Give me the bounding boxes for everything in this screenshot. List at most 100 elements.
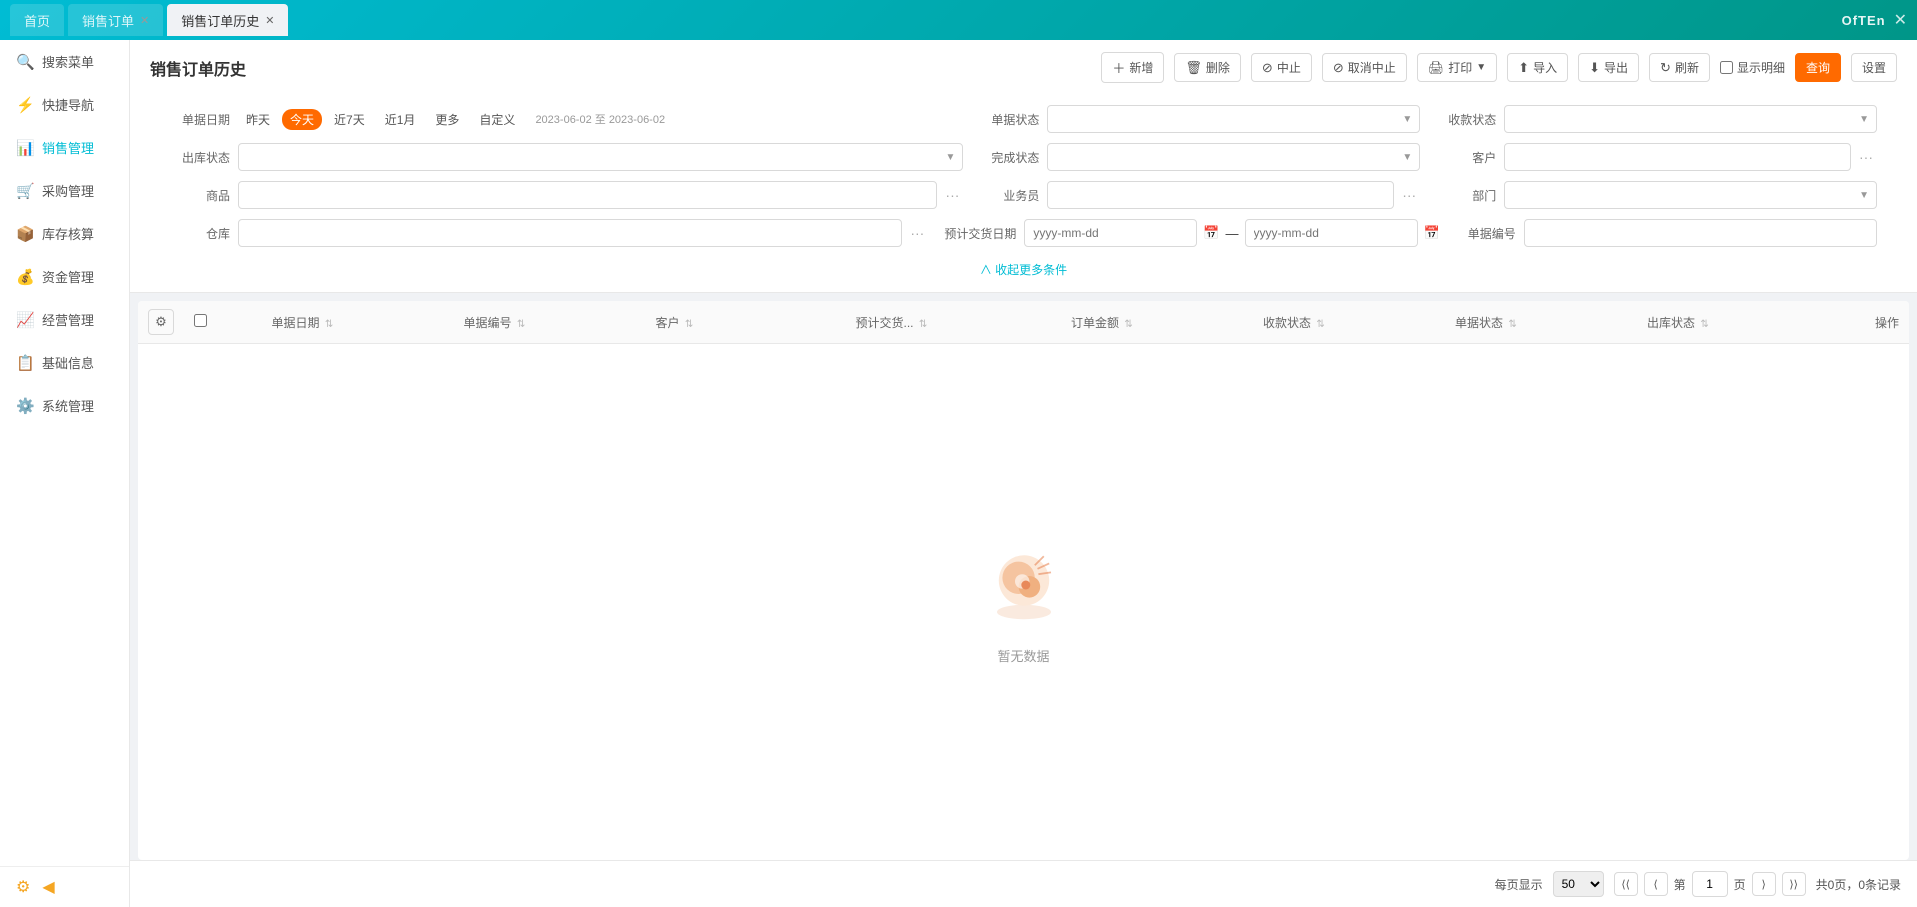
close-tab-sales-order-history[interactable]: ✕ <box>265 14 274 27</box>
th-date-label: 单据日期 <box>272 316 320 330</box>
th-customer[interactable]: 客户 ⇅ <box>646 301 846 344</box>
payment-status-select[interactable] <box>1504 105 1877 133</box>
page-number-input[interactable] <box>1692 871 1728 897</box>
total-info: 共0页，0条记录 <box>1816 876 1901 893</box>
stop-button[interactable]: ⊘ 中止 <box>1251 53 1312 82</box>
warehouse-status-select[interactable] <box>238 143 963 171</box>
goods-more-btn[interactable]: ··· <box>941 187 963 203</box>
repo-input[interactable] <box>238 219 902 247</box>
shortcut-1month[interactable]: 近1月 <box>377 109 424 130</box>
customer-input[interactable] <box>1504 143 1851 171</box>
th-order-status-label: 单据状态 <box>1455 316 1503 330</box>
page-size-label: 每页显示 <box>1495 876 1543 893</box>
delivery-date-start[interactable] <box>1024 219 1197 247</box>
empty-illustration <box>979 540 1069 630</box>
th-select-all <box>184 301 262 344</box>
sidebar-item-basic-info[interactable]: 📋 基础信息 <box>0 341 129 384</box>
export-icon: ⬇ <box>1589 60 1600 76</box>
topbar-close-icon[interactable]: ✕ <box>1894 10 1907 30</box>
shortcut-custom[interactable]: 自定义 <box>471 109 523 130</box>
repo-control: ··· <box>238 219 928 247</box>
th-customer-label: 客户 <box>656 316 680 330</box>
sidebar-item-operations[interactable]: 📈 经营管理 <box>0 298 129 341</box>
first-page-btn[interactable]: ⟨⟨ <box>1614 872 1638 896</box>
complete-status-select[interactable] <box>1047 143 1420 171</box>
goods-input[interactable] <box>238 181 937 209</box>
sidebar-item-quicknav[interactable]: ⚡ 快捷导航 <box>0 83 129 126</box>
prev-page-btn[interactable]: ⟨ <box>1644 872 1668 896</box>
import-label: 导入 <box>1533 59 1557 76</box>
th-date[interactable]: 单据日期 ⇅ <box>262 301 454 344</box>
repo-more-btn[interactable]: ··· <box>906 225 928 241</box>
refresh-button[interactable]: ↻ 刷新 <box>1649 53 1710 82</box>
salesperson-input[interactable] <box>1047 181 1394 209</box>
tab-sales-order[interactable]: 销售订单 ✕ <box>68 4 163 36</box>
sidebar-item-finance[interactable]: 💰 资金管理 <box>0 255 129 298</box>
display-detail-check[interactable]: 显示明细 <box>1720 59 1785 76</box>
table-settings-icon[interactable]: ⚙ <box>148 309 174 335</box>
goods-control: ··· <box>238 181 963 209</box>
collapse-bar[interactable]: ∧ 收起更多条件 <box>170 257 1877 284</box>
tab-sales-order-history[interactable]: 销售订单历史 ✕ <box>167 4 288 36</box>
order-status-select[interactable] <box>1047 105 1420 133</box>
th-payment[interactable]: 收款状态 ⇅ <box>1253 301 1445 344</box>
next-page-btn[interactable]: ⟩ <box>1752 872 1776 896</box>
quicknav-icon: ⚡ <box>16 96 34 114</box>
shortcut-more[interactable]: 更多 <box>427 109 467 130</box>
warehouse-status-wrapper: ▼ <box>238 143 963 171</box>
dept-select[interactable] <box>1504 181 1877 209</box>
customer-label: 客户 <box>1436 149 1496 166</box>
customer-more-btn[interactable]: ··· <box>1855 149 1877 165</box>
th-amount-label: 订单金额 <box>1071 316 1119 330</box>
sidebar-item-inventory[interactable]: 📦 库存核算 <box>0 212 129 255</box>
shortcut-yesterday[interactable]: 昨天 <box>238 109 278 130</box>
salesperson-more-btn[interactable]: ··· <box>1398 187 1420 203</box>
tab-home[interactable]: 首页 <box>10 4 64 36</box>
delivery-date-end[interactable] <box>1245 219 1418 247</box>
select-all-checkbox[interactable] <box>194 314 207 327</box>
sidebar-item-search[interactable]: 🔍 搜索菜单 <box>0 40 129 83</box>
empty-text: 暂无数据 <box>997 646 1049 665</box>
collapse-sidebar-icon[interactable]: ◀ <box>42 877 54 897</box>
th-order-no[interactable]: 单据编号 ⇅ <box>454 301 646 344</box>
last-page-btn[interactable]: ⟩⟩ <box>1782 872 1806 896</box>
shortcut-7days[interactable]: 近7天 <box>326 109 373 130</box>
sidebar-item-inventory-label: 库存核算 <box>42 224 94 243</box>
th-payment-sort: ⇅ <box>1316 319 1324 330</box>
table-area: ⚙ 单据日期 ⇅ 单据编号 ⇅ <box>138 301 1909 860</box>
settings-bottom-icon[interactable]: ⚙ <box>16 877 30 897</box>
stop-icon: ⊘ <box>1262 60 1273 76</box>
salesperson-control: ··· <box>1047 181 1420 209</box>
new-button[interactable]: ＋ 新增 <box>1101 52 1164 83</box>
sidebar-item-purchase[interactable]: 🛒 采购管理 <box>0 169 129 212</box>
dept-label: 部门 <box>1436 187 1496 204</box>
print-button[interactable]: 🖨 打印 ▼ <box>1417 53 1497 82</box>
order-no-input[interactable] <box>1524 219 1877 247</box>
repo-label: 仓库 <box>170 225 230 242</box>
sales-icon: 📊 <box>16 139 34 157</box>
th-warehouse-status[interactable]: 出库状态 ⇅ <box>1637 301 1829 344</box>
page-size-select[interactable]: 50 10 20 100 <box>1553 871 1604 897</box>
sidebar-item-system[interactable]: ⚙️ 系统管理 <box>0 384 129 427</box>
th-amount[interactable]: 订单金额 ⇅ <box>1061 301 1253 344</box>
query-button[interactable]: 查询 <box>1795 53 1841 82</box>
shortcut-today[interactable]: 今天 <box>282 109 322 130</box>
filter-order-status: 单据状态 ▼ <box>979 105 1420 133</box>
sidebar-item-sales[interactable]: 📊 销售管理 <box>0 126 129 169</box>
page-title-row: 销售订单历史 ＋ 新增 🗑 删除 ⊘ 中止 ⊘ <box>150 52 1897 83</box>
complete-status-wrapper: ▼ <box>1047 143 1420 171</box>
delete-button[interactable]: 🗑 删除 <box>1174 53 1241 82</box>
cancel-stop-button[interactable]: ⊘ 取消中止 <box>1322 53 1407 82</box>
dept-wrapper: ▼ <box>1504 181 1877 209</box>
settings-button[interactable]: 设置 <box>1851 53 1897 82</box>
system-icon: ⚙️ <box>16 397 34 415</box>
export-button[interactable]: ⬇ 导出 <box>1578 53 1639 82</box>
import-button[interactable]: ⬆ 导入 <box>1507 53 1568 82</box>
display-detail-checkbox[interactable] <box>1720 61 1733 74</box>
search-icon: 🔍 <box>16 53 34 71</box>
th-order-status[interactable]: 单据状态 ⇅ <box>1445 301 1637 344</box>
close-tab-sales-order[interactable]: ✕ <box>140 14 149 27</box>
th-delivery[interactable]: 预计交货... ⇅ <box>846 301 1061 344</box>
page-header: 销售订单历史 ＋ 新增 🗑 删除 ⊘ 中止 ⊘ <box>130 40 1917 293</box>
page-word: 第 <box>1674 876 1686 893</box>
